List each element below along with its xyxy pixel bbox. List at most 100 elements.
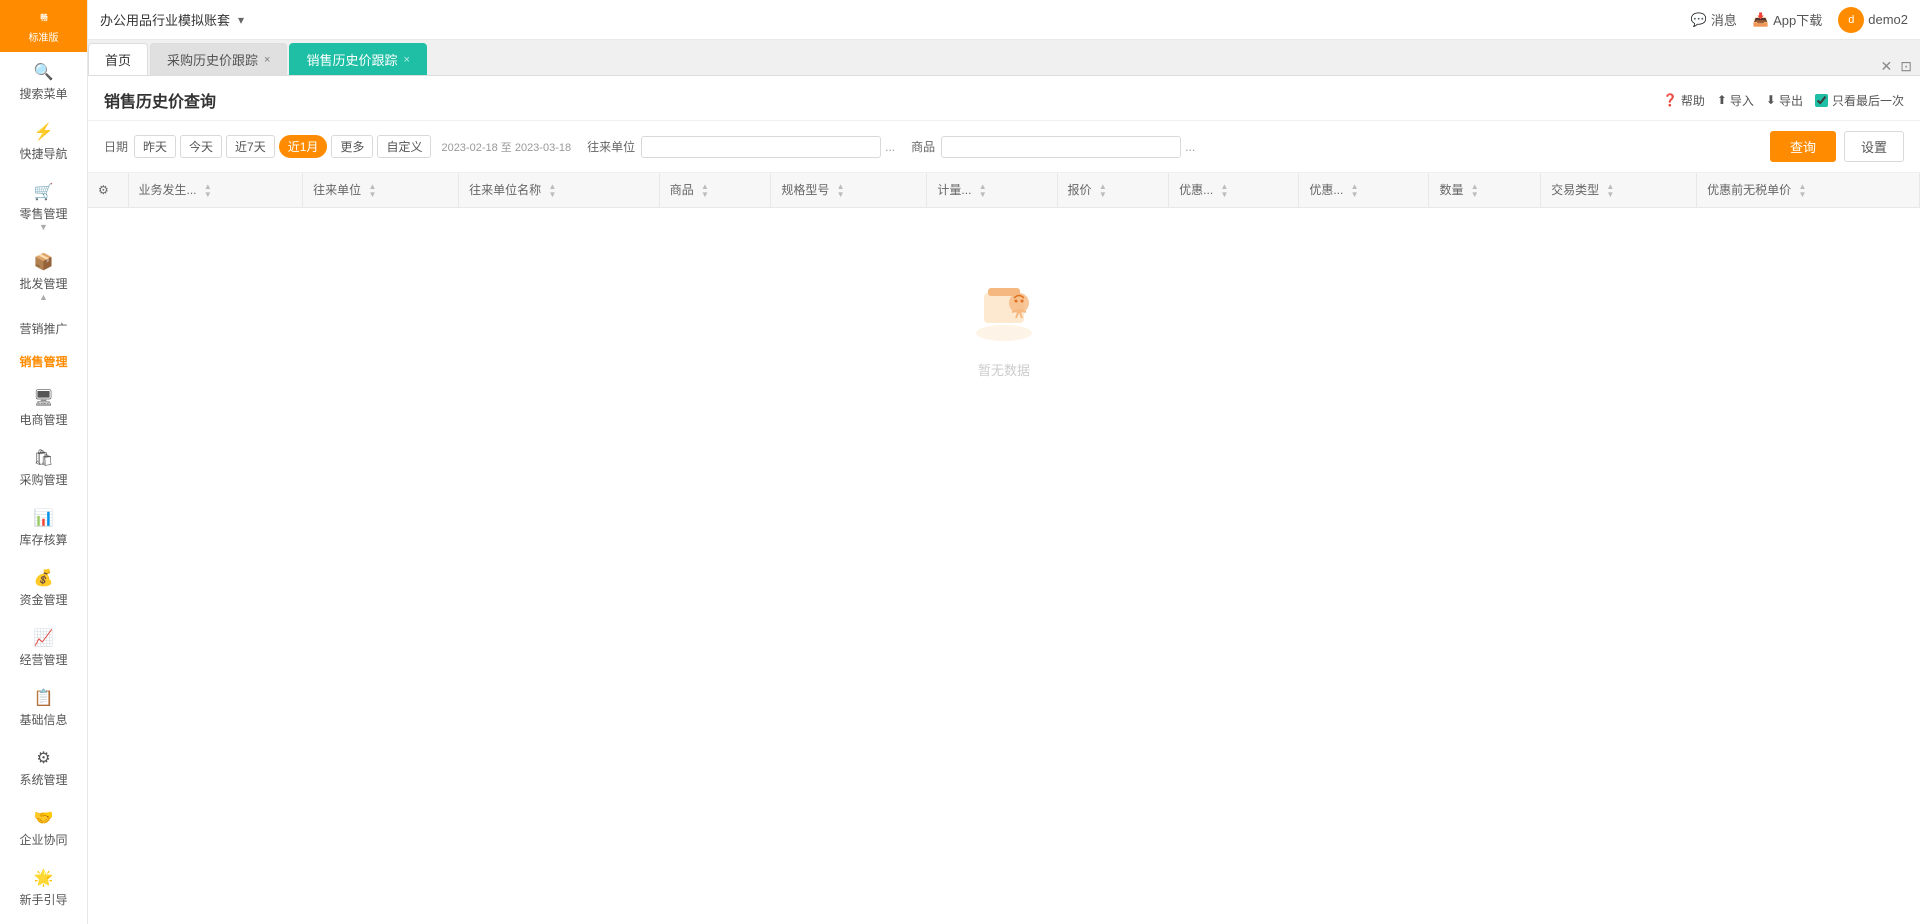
tab-sales-history[interactable]: 销售历史价跟踪 × (289, 43, 426, 75)
download-icon: 📥 (1753, 12, 1769, 28)
sidebar-item-inventory[interactable]: 📊 库存核算 (0, 498, 87, 558)
col-goods[interactable]: 商品 ▲▼ (659, 173, 771, 207)
date-btn-today[interactable]: 今天 (180, 135, 222, 158)
sidebar-item-label: 基础信息 (19, 711, 67, 728)
sidebar-item-label: 零售管理 (19, 205, 67, 222)
sidebar-item-system[interactable]: ⚙ 系统管理 (0, 738, 87, 798)
partner-input-ellipsis[interactable]: ... (885, 140, 895, 154)
sort-icon: ▲▼ (979, 183, 987, 199)
filter-right-actions: 查询 设置 (1770, 131, 1904, 162)
sidebar-item-marketing[interactable]: 营销推广 (0, 312, 87, 345)
data-table: ⚙ 业务发生... ▲▼ 往来单位 ▲▼ 往来单位名称 ▲▼ (88, 173, 1920, 208)
col-gear[interactable]: ⚙ (88, 173, 128, 207)
partner-filter-group: 往来单位 ... (587, 136, 895, 158)
sort-icon: ▲▼ (1099, 183, 1107, 199)
sidebar-item-shortcut[interactable]: ⚡ 快捷导航 (0, 112, 87, 172)
topbar-dropdown-icon[interactable]: ▾ (238, 13, 244, 27)
tab-home-label: 首页 (105, 50, 131, 69)
col-unit[interactable]: 计量... ▲▼ (927, 173, 1057, 207)
export-button[interactable]: ⬇ 导出 (1766, 92, 1803, 109)
message-icon: 💬 (1691, 12, 1707, 28)
sidebar-item-search[interactable]: 🔍 搜索菜单 (0, 52, 87, 112)
tab-home[interactable]: 首页 (88, 43, 148, 75)
search-icon: 🔍 (34, 62, 54, 82)
only-last-checkbox-group[interactable]: 只看最后一次 (1815, 92, 1904, 109)
system-icon: ⚙ (36, 748, 50, 768)
date-btn-more[interactable]: 更多 (331, 135, 373, 158)
username-label: demo2 (1868, 12, 1908, 27)
user-profile[interactable]: d demo2 (1838, 7, 1908, 33)
partner-input[interactable] (641, 136, 881, 158)
col-spec[interactable]: 规格型号 ▲▼ (771, 173, 927, 207)
col-biz-date[interactable]: 业务发生... ▲▼ (128, 173, 303, 207)
goods-input-group: ... (941, 136, 1195, 158)
message-button[interactable]: 💬 消息 (1691, 10, 1737, 29)
sidebar-item-finance[interactable]: 💰 资金管理 (0, 558, 87, 618)
sidebar-item-label: 系统管理 (19, 771, 67, 788)
col-quoted-price[interactable]: 报价 ▲▼ (1057, 173, 1169, 207)
sort-icon: ▲▼ (1471, 183, 1479, 199)
only-last-checkbox[interactable] (1815, 94, 1828, 107)
sidebar-item-basic[interactable]: 📋 基础信息 (0, 678, 87, 738)
tab-purchase-history-close-icon[interactable]: × (264, 54, 270, 66)
sidebar-item-apps[interactable]: 📱 应用中心 (0, 918, 87, 924)
goods-label: 商品 (911, 138, 935, 155)
sidebar: 畅 标准版 🔍 搜索菜单 ⚡ 快捷导航 🛒 零售管理 ▼ 📦 批发管理 ▲ 营销… (0, 0, 88, 924)
import-button[interactable]: ⬆ 导入 (1717, 92, 1754, 109)
empty-state: 暂无数据 (88, 208, 1920, 439)
sidebar-item-label: 经营管理 (19, 651, 67, 668)
date-btn-custom[interactable]: 自定义 (377, 135, 431, 158)
query-button[interactable]: 查询 (1770, 131, 1836, 162)
header-actions: ❓ 帮助 ⬆ 导入 ⬇ 导出 只看最后一次 (1663, 92, 1904, 109)
date-btn-yesterday[interactable]: 昨天 (134, 135, 176, 158)
tab-close-all-button[interactable]: ✕ (1881, 58, 1893, 75)
sidebar-item-label: 采购管理 (19, 471, 67, 488)
sidebar-item-label: 资金管理 (19, 591, 67, 608)
sort-icon: ▲▼ (701, 183, 709, 199)
col-partner-name[interactable]: 往来单位名称 ▲▼ (459, 173, 660, 207)
tab-actions: ✕ ⊡ (1881, 58, 1920, 75)
sidebar-item-ecommerce[interactable]: 🖥 电商管理 (0, 378, 87, 438)
setting-button[interactable]: 设置 (1844, 131, 1904, 162)
help-button[interactable]: ❓ 帮助 (1663, 92, 1705, 109)
date-btn-7days[interactable]: 近7天 (226, 135, 275, 158)
sidebar-item-wholesale[interactable]: 📦 批发管理 ▲ (0, 242, 87, 312)
topbar-right: 💬 消息 📥 App下载 d demo2 (1691, 7, 1908, 33)
col-quantity[interactable]: 数量 ▲▼ (1429, 173, 1541, 207)
operations-icon: 📈 (34, 628, 54, 648)
col-discount1[interactable]: 优惠... ▲▼ (1169, 173, 1299, 207)
date-btn-1month[interactable]: 近1月 (279, 135, 328, 158)
gear-icon[interactable]: ⚙ (98, 183, 109, 197)
app-download-button[interactable]: 📥 App下载 (1753, 10, 1822, 29)
sidebar-item-retail[interactable]: 🛒 零售管理 ▼ (0, 172, 87, 242)
topbar-title: 办公用品行业模拟账套 (100, 10, 230, 29)
enterprise-icon: 🤝 (34, 808, 54, 828)
tab-sales-history-label: 销售历史价跟踪 (306, 50, 397, 69)
newbie-icon: 🌟 (34, 868, 54, 888)
sidebar-item-label: 批发管理 (19, 275, 67, 292)
tab-sales-history-close-icon[interactable]: × (403, 54, 409, 66)
sidebar-item-label: 电商管理 (19, 411, 67, 428)
empty-state-icon (964, 268, 1044, 348)
app-logo-icon: 畅 (26, 8, 62, 27)
tab-purchase-history[interactable]: 采购历史价跟踪 × (150, 43, 287, 75)
partner-label: 往来单位 (587, 138, 635, 155)
import-icon: ⬆ (1717, 93, 1727, 107)
tab-purchase-history-label: 采购历史价跟踪 (167, 50, 258, 69)
message-label: 消息 (1711, 10, 1737, 29)
col-pretax-price[interactable]: 优惠前无税单价 ▲▼ (1697, 173, 1920, 207)
tab-maximize-button[interactable]: ⊡ (1900, 58, 1912, 75)
table-header-row: ⚙ 业务发生... ▲▼ 往来单位 ▲▼ 往来单位名称 ▲▼ (88, 173, 1920, 207)
col-partner-code[interactable]: 往来单位 ▲▼ (303, 173, 459, 207)
goods-input[interactable] (941, 136, 1181, 158)
col-discount2[interactable]: 优惠... ▲▼ (1299, 173, 1429, 207)
sidebar-item-operations[interactable]: 📈 经营管理 (0, 618, 87, 678)
sidebar-item-newbie[interactable]: 🌟 新手引导 (0, 858, 87, 918)
sidebar-item-label: 企业协同 (19, 831, 67, 848)
sidebar-item-label: 库存核算 (19, 531, 67, 548)
sidebar-item-purchase[interactable]: 🛍 采购管理 (0, 438, 87, 498)
col-trade-type[interactable]: 交易类型 ▲▼ (1541, 173, 1697, 207)
sidebar-item-sales[interactable]: 销售管理 (0, 345, 87, 378)
goods-input-ellipsis[interactable]: ... (1185, 140, 1195, 154)
sidebar-item-enterprise[interactable]: 🤝 企业协同 (0, 798, 87, 858)
